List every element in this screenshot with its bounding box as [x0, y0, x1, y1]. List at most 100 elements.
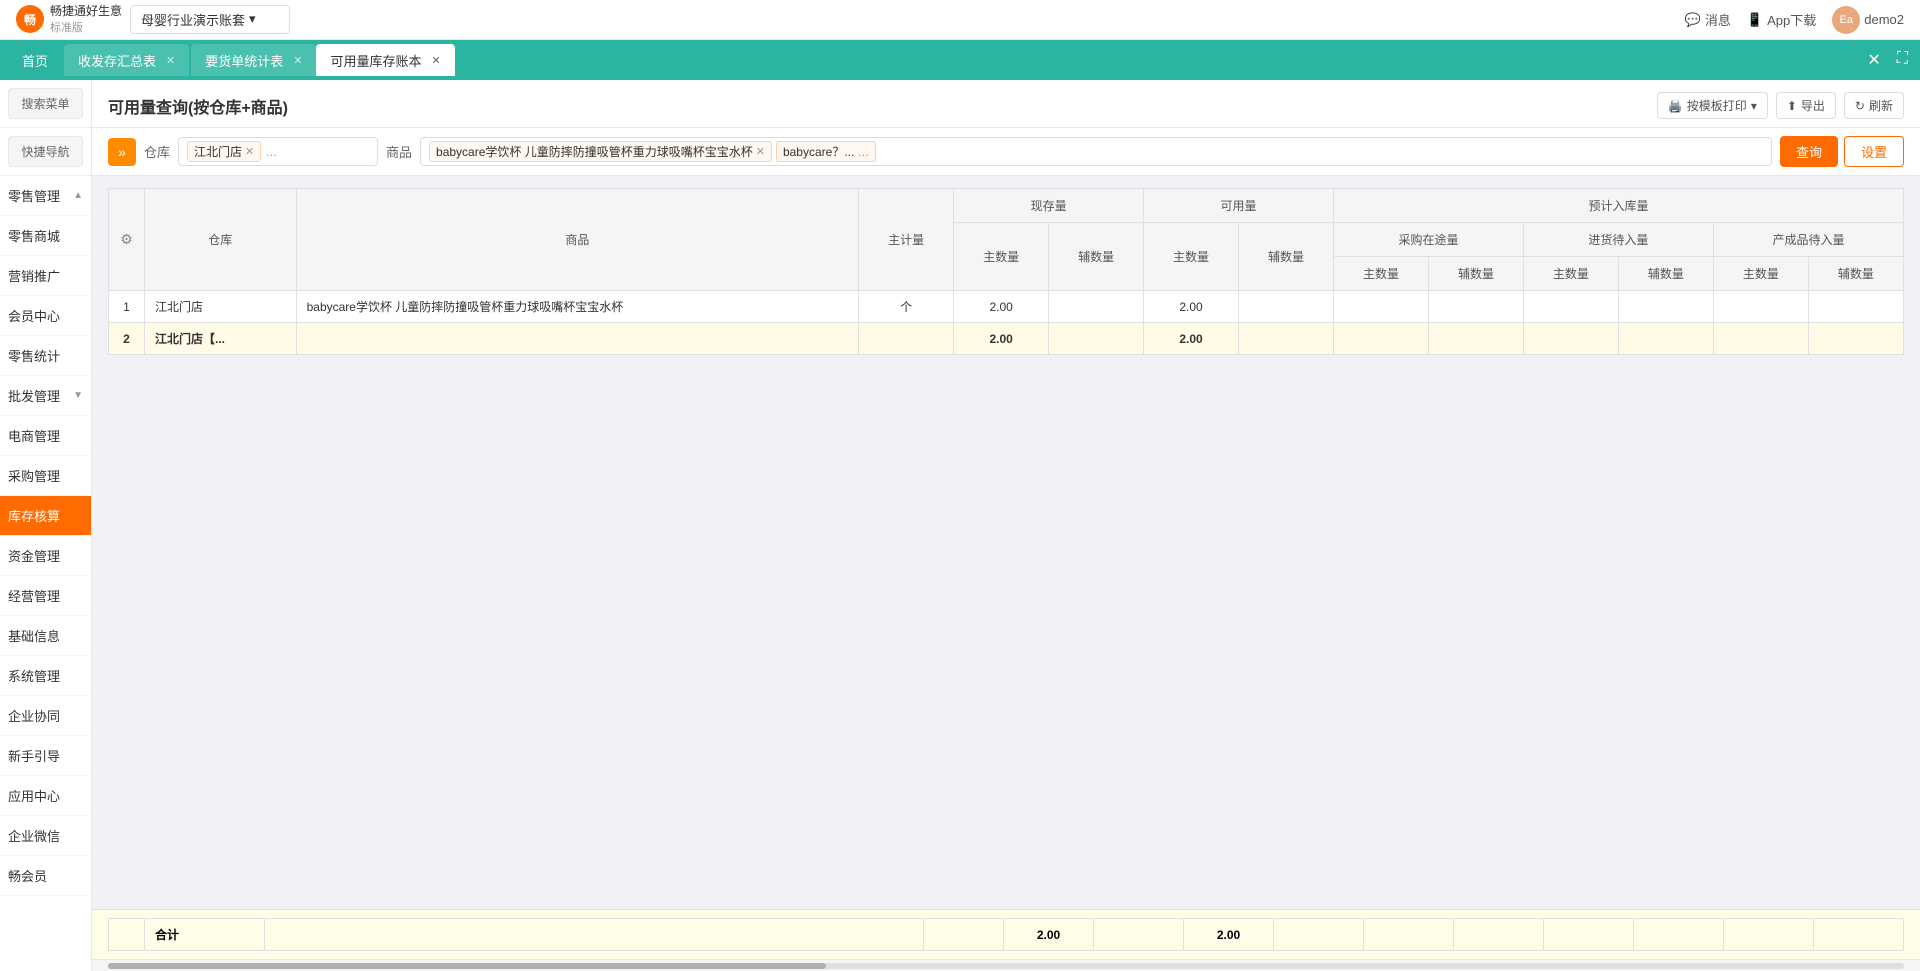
logo-area: 畅 畅捷通好生意 标准版 [16, 4, 122, 34]
sidebar-item-ecommerce[interactable]: 电商管理 [0, 416, 91, 456]
sidebar-item-ops[interactable]: 经营管理 [0, 576, 91, 616]
expand-icon[interactable]: ⛶ [1893, 46, 1912, 74]
row-incoming-main [1523, 291, 1618, 323]
sidebar-item-retail-stats[interactable]: 零售统计 [0, 336, 91, 376]
filter-dots[interactable]: … [265, 145, 277, 159]
product-tag2-text: babycare？... [783, 143, 854, 160]
export-label: 导出 [1801, 97, 1825, 114]
sidebar-item-label: 电商管理 [8, 426, 60, 445]
template-print-btn[interactable]: 🖨️ 按模板打印 ▾ [1657, 92, 1768, 119]
sidebar-item-retail-store[interactable]: 零售商城 [0, 216, 91, 256]
sidebar-item-label: 采购管理 [8, 466, 60, 485]
close-all-icon[interactable]: ✕ [1863, 46, 1884, 74]
app-download-btn[interactable]: 📱 App下载 [1747, 10, 1816, 29]
app-download-label: App下载 [1767, 10, 1816, 29]
product-tag1-close[interactable]: ✕ [756, 145, 765, 158]
double-arrow-icon: » [118, 144, 126, 160]
sidebar-item-label: 经营管理 [8, 586, 60, 605]
sidebar-item-marketing[interactable]: 营销推广 [0, 256, 91, 296]
product-label: 商品 [386, 142, 412, 161]
settings-col-icon[interactable]: ⚙ [120, 231, 133, 247]
row-num: 1 [109, 291, 145, 323]
tab-receive-send[interactable]: 收发存汇总表 ✕ [64, 44, 189, 76]
table-footer: 合计 2.00 2.00 [92, 909, 1920, 959]
subtotal-current-aux [1049, 323, 1144, 355]
messages-btn[interactable]: 💬 消息 [1685, 10, 1731, 29]
query-btn[interactable]: 查询 [1780, 136, 1838, 167]
product-filter-input[interactable]: babycare学饮杯 儿童防摔防撞吸管杯重力球吸嘴杯宝宝水杯 ✕ babyca… [420, 137, 1772, 166]
product-tag2-dots[interactable]: … [857, 145, 869, 159]
th-group-available: 可用量 [1144, 189, 1334, 223]
warehouse-tag-text: 江北门店 [194, 143, 242, 160]
search-menu-btn[interactable]: 搜索菜单 [8, 88, 83, 119]
refresh-icon: ↻ [1855, 99, 1865, 113]
warehouse-tag-close[interactable]: ✕ [245, 145, 254, 158]
sidebar-item-label: 零售统计 [8, 346, 60, 365]
quick-nav-btn[interactable]: 快捷导航 [8, 136, 83, 167]
sidebar-item-enterprise[interactable]: 企业协同 [0, 696, 91, 736]
th-available-main: 主数量 [1144, 223, 1239, 291]
sidebar-item-label: 会员中心 [8, 306, 60, 325]
nav-tab-end: ✕ ⛶ [1863, 46, 1912, 74]
sidebar-item-app-center[interactable]: 应用中心 [0, 776, 91, 816]
store-selector[interactable]: 母婴行业演示账套 ▾ [130, 5, 290, 34]
tab-order-stats-close[interactable]: ✕ [293, 54, 302, 67]
sidebar-item-sys[interactable]: 系统管理 [0, 656, 91, 696]
sidebar-item-label: 新手引导 [8, 746, 60, 765]
product-tag1: babycare学饮杯 儿童防摔防撞吸管杯重力球吸嘴杯宝宝水杯 ✕ [429, 141, 772, 162]
th-group-incoming: 进货待入量 [1523, 223, 1713, 257]
th-settings: ⚙ [109, 189, 145, 291]
sidebar-nav-btn: 快捷导航 [0, 128, 91, 176]
sidebar-item-label: 零售商城 [8, 226, 60, 245]
row-available-main: 2.00 [1144, 291, 1239, 323]
export-btn[interactable]: ⬆ 导出 [1776, 92, 1836, 119]
th-current-aux: 辅数量 [1049, 223, 1144, 291]
sidebar-item-inventory[interactable]: 库存核算 [0, 496, 91, 536]
user-info[interactable]: Ea demo2 [1832, 6, 1904, 34]
th-purchase-transit-aux: 辅数量 [1428, 257, 1523, 291]
sidebar-item-purchase[interactable]: 采购管理 [0, 456, 91, 496]
sidebar-item-wholesale[interactable]: 批发管理 ▼ [0, 376, 91, 416]
tab-receive-send-label: 收发存汇总表 [78, 51, 156, 70]
horizontal-scrollbar[interactable] [92, 959, 1920, 971]
sidebar-item-vip[interactable]: 畅会员 [0, 856, 91, 896]
th-current-main: 主数量 [954, 223, 1049, 291]
top-bar-left: 畅 畅捷通好生意 标准版 母婴行业演示账套 ▾ [16, 4, 290, 34]
sidebar-item-label: 应用中心 [8, 786, 60, 805]
th-production-pending-main: 主数量 [1713, 257, 1808, 291]
logo-sub: 标准版 [50, 19, 122, 35]
sidebar-item-wechat[interactable]: 企业微信 [0, 816, 91, 856]
row-main-unit: 个 [859, 291, 954, 323]
settings-btn[interactable]: 设置 [1844, 136, 1904, 167]
total-label: 合计 [145, 919, 265, 951]
sidebar-item-member[interactable]: 会员中心 [0, 296, 91, 336]
sidebar-item-label: 批发管理 [8, 386, 60, 405]
page-actions: 🖨️ 按模板打印 ▾ ⬆ 导出 ↻ 刷新 [1657, 92, 1904, 119]
scrollbar-thumb[interactable] [108, 963, 826, 969]
messages-label: 消息 [1705, 10, 1731, 29]
th-group-purchase-transit: 采购在途量 [1334, 223, 1524, 257]
sidebar-item-basic-info[interactable]: 基础信息 [0, 616, 91, 656]
refresh-btn[interactable]: ↻ 刷新 [1844, 92, 1904, 119]
sidebar-item-retail-mgmt[interactable]: 零售管理 ▲ [0, 176, 91, 216]
th-product: 商品 [296, 189, 859, 291]
chevron-down-icon: ▾ [1751, 99, 1757, 113]
chevron-icon: ▼ [73, 390, 83, 401]
tab-home[interactable]: 首页 [8, 44, 62, 76]
total-current-main: 2.00 [1004, 919, 1094, 951]
warehouse-filter-input[interactable]: 江北门店 ✕ … [178, 137, 378, 166]
tab-order-stats-label: 要货单统计表 [205, 51, 283, 70]
filter-toggle-btn[interactable]: » [108, 138, 136, 166]
tab-receive-send-close[interactable]: ✕ [166, 54, 175, 67]
sidebar-item-new-guide[interactable]: 新手引导 [0, 736, 91, 776]
sidebar-item-label: 资金管理 [8, 546, 60, 565]
tab-order-stats[interactable]: 要货单统计表 ✕ [191, 44, 316, 76]
th-production-pending-aux: 辅数量 [1808, 257, 1903, 291]
subtotal-warehouse: 江北门店【... [145, 323, 297, 355]
tab-available-inventory-close[interactable]: ✕ [432, 54, 441, 67]
tab-available-inventory[interactable]: 可用量库存账本 ✕ [316, 44, 454, 76]
top-bar: 畅 畅捷通好生意 标准版 母婴行业演示账套 ▾ 💬 消息 📱 App下载 Ea … [0, 0, 1920, 40]
warehouse-tag: 江北门店 ✕ [187, 141, 261, 162]
sidebar-item-finance[interactable]: 资金管理 [0, 536, 91, 576]
th-available-aux: 辅数量 [1239, 223, 1334, 291]
